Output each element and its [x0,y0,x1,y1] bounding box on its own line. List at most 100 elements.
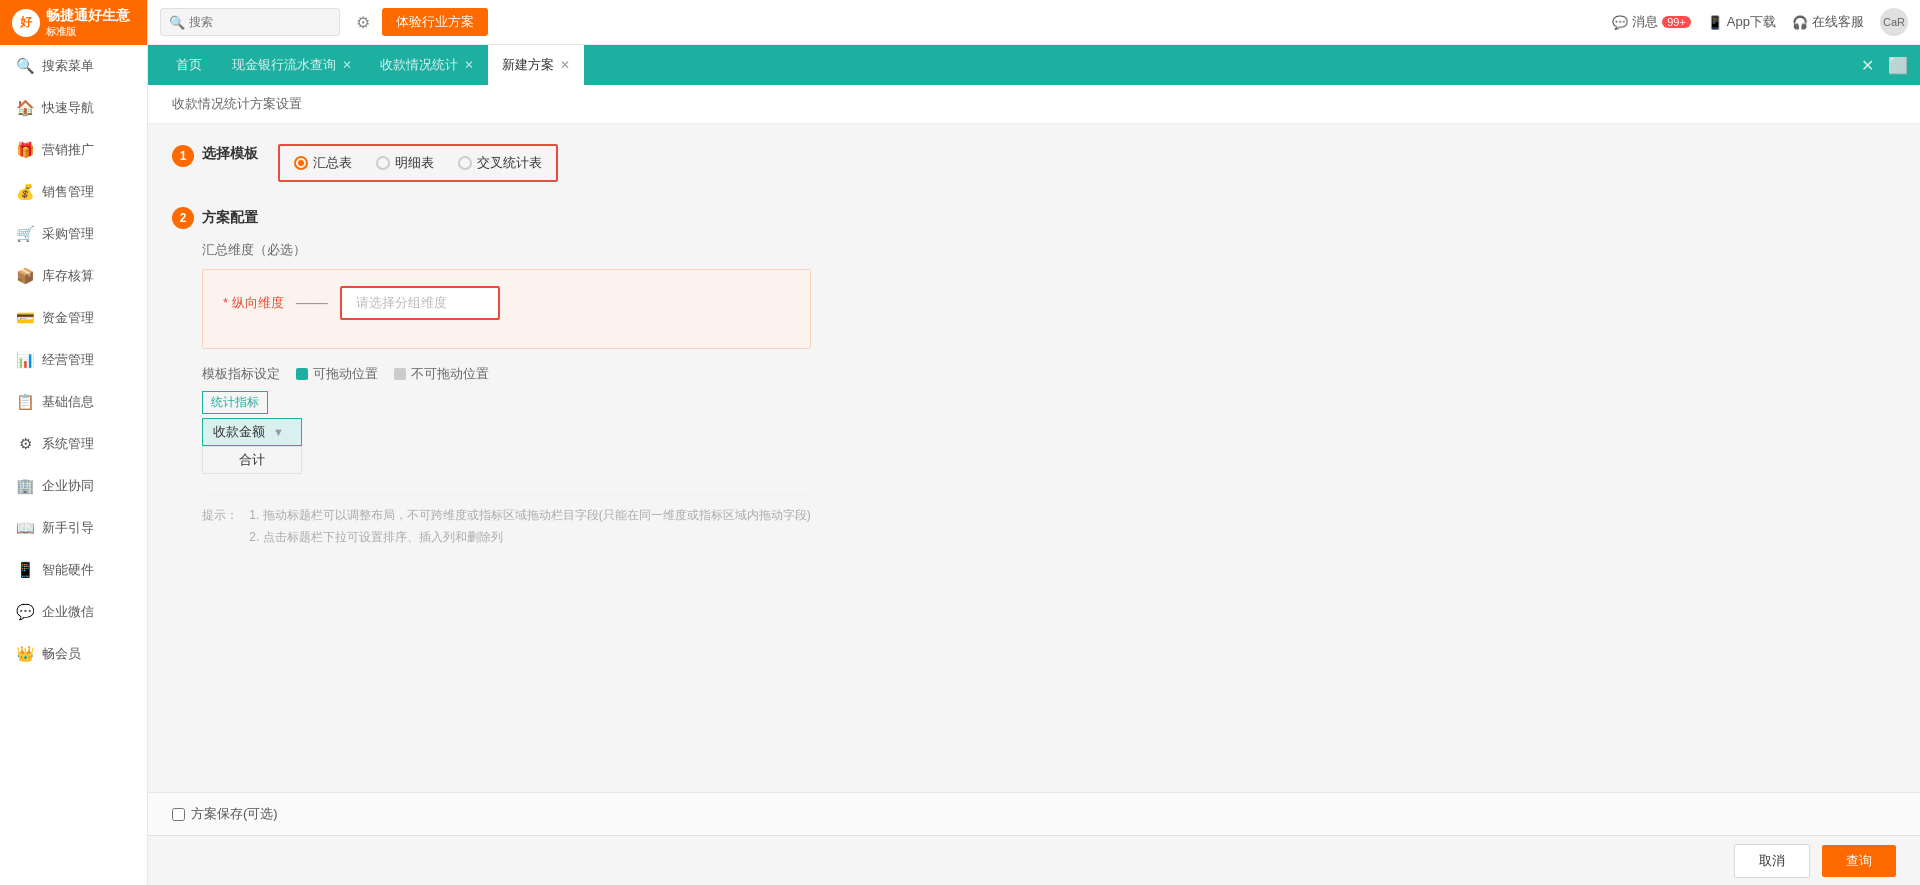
cancel-button[interactable]: 取消 [1734,844,1810,878]
stats-subtag-total: 合计 [202,446,302,474]
doc-icon: 📋 [16,393,34,411]
search-icon: 🔍 [16,57,34,75]
radio-cross[interactable]: 交叉统计表 [458,154,542,172]
card-icon: 💳 [16,309,34,327]
legend-fixed: 不可拖动位置 [394,365,489,383]
sidebar-item-operation[interactable]: 📊 经营管理 [0,339,147,381]
sidebar-item-weixin[interactable]: 💬 企业微信 [0,591,147,633]
page-body: 1 选择模板 汇总表 明细表 交叉统计表 [148,124,1920,792]
headset-icon: 🎧 [1792,15,1808,30]
logo-text: 畅捷通好生意 标准版 [46,7,130,39]
search-icon: 🔍 [169,15,185,30]
crown-icon: 👑 [16,645,34,663]
draggable-dot [296,368,308,380]
topbar-right: 💬 消息 99+ 📱 App下载 🎧 在线客服 CaR [1612,8,1908,36]
tab-bank-flow[interactable]: 现金银行流水查询 ✕ [218,45,366,85]
tab-new-plan[interactable]: 新建方案 ✕ [488,45,584,85]
topbar: 🔍 ⚙ 体验行业方案 💬 消息 99+ 📱 App下载 🎧 在线客服 CaR [148,0,1920,45]
chat-icon: 💬 [16,603,34,621]
sidebar-item-marketing[interactable]: 🎁 营销推广 [0,129,147,171]
sales-icon: 💰 [16,183,34,201]
stats-block: 统计指标 收款金额 ▼ 合计 [202,391,302,474]
action-bar: 取消 查询 [148,835,1920,885]
step1-section: 1 选择模板 汇总表 明细表 交叉统计表 [172,144,1896,182]
home-icon: 🏠 [16,99,34,117]
sidebar-logo: 好 畅捷通好生意 标准版 [0,0,147,45]
gear-icon: ⚙ [16,435,34,453]
gift-icon: 🎁 [16,141,34,159]
message-item[interactable]: 💬 消息 99+ [1612,13,1691,31]
search-box[interactable]: 🔍 [160,8,340,36]
message-badge: 99+ [1662,16,1691,28]
tabbar-controls: ✕ ⬜ [1857,52,1920,79]
sidebar-item-search-menu[interactable]: 🔍 搜索菜单 [0,45,147,87]
radio-detail[interactable]: 明细表 [376,154,434,172]
breadcrumb: 收款情况统计方案设置 [148,85,1920,124]
indicators-header: 模板指标设定 可拖动位置 不可拖动位置 [202,365,811,383]
sidebar-item-guide[interactable]: 📖 新手引导 [0,507,147,549]
dimension-row: 纵向维度 —— 请选择分组维度 [223,286,790,320]
tab-close-collection[interactable]: ✕ [464,59,474,71]
content-area: 收款情况统计方案设置 1 选择模板 汇总表 明细表 [148,85,1920,885]
phone-icon: 📱 [16,561,34,579]
search-input[interactable] [189,15,329,29]
book-icon: 📖 [16,519,34,537]
sidebar-item-member[interactable]: 👑 畅会员 [0,633,147,675]
save-plan-checkbox-label[interactable]: 方案保存(可选) [172,805,278,823]
stats-tag-collection[interactable]: 收款金额 ▼ [202,418,302,446]
save-plan-checkbox[interactable] [172,808,185,821]
cart-icon: 🛒 [16,225,34,243]
sidebar-item-system[interactable]: ⚙ 系统管理 [0,423,147,465]
tab-collection-stats[interactable]: 收款情况统计 ✕ [366,45,488,85]
maximize-icon[interactable]: ⬜ [1884,52,1912,79]
radio-circle-summary [294,156,308,170]
service-item[interactable]: 🎧 在线客服 [1792,13,1864,31]
sidebar-item-hardware[interactable]: 📱 智能硬件 [0,549,147,591]
arrow-icon: —— [296,294,328,312]
chevron-down-icon: ▼ [273,426,284,438]
message-icon: 💬 [1612,15,1628,30]
radio-circle-detail [376,156,390,170]
tip1: 提示： 1. 拖动标题栏可以调整布局，不可跨维度或指标区域拖动栏目字段(只能在同… [202,505,811,527]
settings-icon[interactable]: ⚙ [356,13,370,32]
sidebar-item-quick-nav[interactable]: 🏠 快速导航 [0,87,147,129]
dimension-title: 汇总维度（必选） [202,241,811,259]
radio-circle-cross [458,156,472,170]
tabbar: 首页 现金银行流水查询 ✕ 收款情况统计 ✕ 新建方案 ✕ ✕ ⬜ [148,45,1920,85]
footer-section: 方案保存(可选) [148,792,1920,835]
main-area: 🔍 ⚙ 体验行业方案 💬 消息 99+ 📱 App下载 🎧 在线客服 CaR [148,0,1920,885]
step2-badge: 2 [172,207,194,229]
sidebar-item-inventory[interactable]: 📦 库存核算 [0,255,147,297]
vertical-label: 纵向维度 [223,294,284,312]
sidebar-item-sales[interactable]: 💰 销售管理 [0,171,147,213]
tab-close-bank-flow[interactable]: ✕ [342,59,352,71]
sidebar-item-purchase[interactable]: 🛒 采购管理 [0,213,147,255]
query-button[interactable]: 查询 [1822,845,1896,877]
download-icon: 📱 [1707,15,1723,30]
config-section: 汇总维度（必选） 纵向维度 —— 请选择分组维度 模板指标设定 [202,241,811,558]
box-icon: 📦 [16,267,34,285]
download-item[interactable]: 📱 App下载 [1707,13,1776,31]
step2-section: 2 方案配置 汇总维度（必选） 纵向维度 —— 请选择分组维度 [172,206,1896,558]
avatar[interactable]: CaR [1880,8,1908,36]
legend-draggable: 可拖动位置 [296,365,378,383]
close-window-icon[interactable]: ✕ [1857,52,1878,79]
tips-area: 提示： 1. 拖动标题栏可以调整布局，不可跨维度或指标区域拖动栏目字段(只能在同… [202,494,811,558]
tab-home[interactable]: 首页 [160,45,218,85]
fixed-dot [394,368,406,380]
sidebar-item-enterprise[interactable]: 🏢 企业协同 [0,465,147,507]
tip2: 提示： 2. 点击标题栏下拉可设置排序、插入列和删除列 [202,527,811,549]
industry-btn[interactable]: 体验行业方案 [382,8,488,36]
sidebar-item-basic-info[interactable]: 📋 基础信息 [0,381,147,423]
sidebar: 好 畅捷通好生意 标准版 🔍 搜索菜单 🏠 快速导航 🎁 营销推广 💰 销售管理… [0,0,148,885]
dimension-selector[interactable]: 请选择分组维度 [340,286,500,320]
radio-summary[interactable]: 汇总表 [294,154,352,172]
dimension-area: 纵向维度 —— 请选择分组维度 [202,269,811,349]
tab-close-new-plan[interactable]: ✕ [560,59,570,71]
chart-icon: 📊 [16,351,34,369]
step2-title: 方案配置 [202,209,258,227]
stats-block-title: 统计指标 [202,391,268,414]
logo-icon: 好 [12,9,40,37]
building-icon: 🏢 [16,477,34,495]
sidebar-item-capital[interactable]: 💳 资金管理 [0,297,147,339]
